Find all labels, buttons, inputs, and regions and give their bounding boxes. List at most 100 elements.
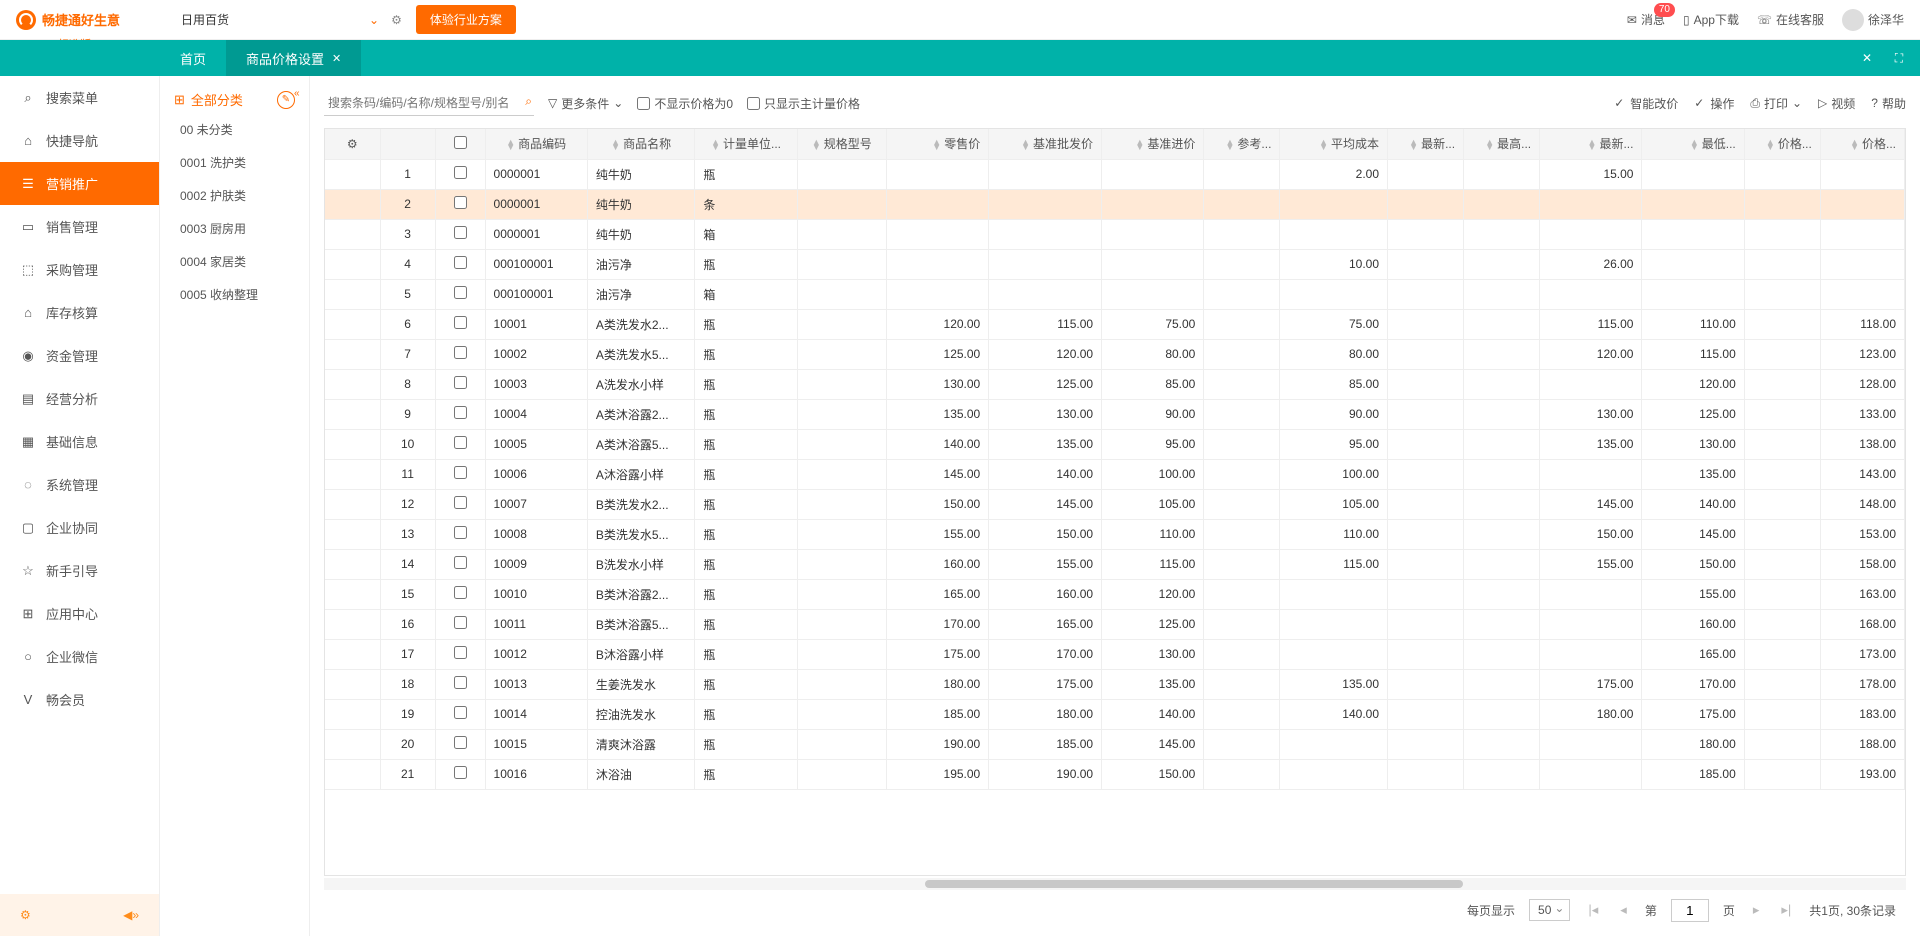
cell-new2[interactable] <box>1540 609 1642 639</box>
next-page-icon[interactable]: ▸ <box>1749 900 1764 920</box>
cell-retail[interactable] <box>886 249 988 279</box>
cell-low[interactable]: 125.00 <box>1642 399 1744 429</box>
cell-cost[interactable] <box>1102 249 1204 279</box>
cell-spec[interactable] <box>797 669 886 699</box>
cell-avg[interactable]: 90.00 <box>1280 399 1388 429</box>
cell-cost[interactable]: 105.00 <box>1102 489 1204 519</box>
cell-name[interactable]: 生姜洗发水 <box>587 669 695 699</box>
cell-p2[interactable]: 183.00 <box>1820 699 1904 729</box>
tab-close-all-icon[interactable]: ✕ <box>1852 43 1882 73</box>
cell-retail[interactable]: 150.00 <box>886 489 988 519</box>
cell-low[interactable]: 175.00 <box>1642 699 1744 729</box>
category-item[interactable]: 00 未分类 <box>166 113 303 146</box>
nav-item-3[interactable]: ▭销售管理 <box>0 205 159 248</box>
cell-p2[interactable]: 153.00 <box>1820 519 1904 549</box>
cell-low[interactable]: 180.00 <box>1642 729 1744 759</box>
cell-ref[interactable] <box>1204 669 1280 699</box>
cell-avg[interactable]: 115.00 <box>1280 549 1388 579</box>
cell-code[interactable]: 10005 <box>485 429 587 459</box>
cell-p1[interactable] <box>1744 189 1820 219</box>
search-icon[interactable]: ⌕ <box>525 94 532 109</box>
row-checkbox[interactable] <box>454 196 467 209</box>
category-item[interactable]: 0003 厨房用 <box>166 212 303 245</box>
cell-new2[interactable] <box>1540 369 1642 399</box>
cell-retail[interactable]: 190.00 <box>886 729 988 759</box>
cell-low[interactable]: 115.00 <box>1642 339 1744 369</box>
cell-p1[interactable] <box>1744 519 1820 549</box>
cell-wholesale[interactable]: 120.00 <box>989 339 1102 369</box>
row-checkbox[interactable] <box>454 376 467 389</box>
cell-p2[interactable] <box>1820 249 1904 279</box>
table-row[interactable]: 1810013生姜洗发水瓶180.00175.00135.00135.00175… <box>325 669 1905 699</box>
cell-cost[interactable]: 115.00 <box>1102 549 1204 579</box>
cell-spec[interactable] <box>797 639 886 669</box>
cell-name[interactable]: A类沐浴露2... <box>587 399 695 429</box>
cell-high[interactable] <box>1464 609 1540 639</box>
cell-new2[interactable]: 155.00 <box>1540 549 1642 579</box>
table-row[interactable]: 5000100001油污净箱 <box>325 279 1905 309</box>
nav-item-6[interactable]: ◉资金管理 <box>0 334 159 377</box>
cell-low[interactable]: 135.00 <box>1642 459 1744 489</box>
cell-p2[interactable] <box>1820 279 1904 309</box>
cell-new1[interactable] <box>1388 339 1464 369</box>
table-row[interactable]: 1610011B类沐浴露5...瓶170.00165.00125.00160.0… <box>325 609 1905 639</box>
org-selector[interactable]: 日用百货 ⌄ <box>181 11 379 28</box>
video-button[interactable]: ▷视频 <box>1818 95 1855 112</box>
table-row[interactable]: 1410009B洗发水小样瓶160.00155.00115.00115.0015… <box>325 549 1905 579</box>
cell-ref[interactable] <box>1204 219 1280 249</box>
cell-p1[interactable] <box>1744 219 1820 249</box>
cell-spec[interactable] <box>797 249 886 279</box>
cell-retail[interactable]: 145.00 <box>886 459 988 489</box>
nav-item-0[interactable]: ⌕搜索菜单 <box>0 76 159 119</box>
cell-cost[interactable]: 120.00 <box>1102 579 1204 609</box>
cell-name[interactable]: B类洗发水2... <box>587 489 695 519</box>
cell-unit[interactable]: 瓶 <box>695 699 797 729</box>
cell-new2[interactable]: 135.00 <box>1540 429 1642 459</box>
cell-spec[interactable] <box>797 729 886 759</box>
row-checkbox[interactable] <box>454 286 467 299</box>
col-ref[interactable]: ▲▼参考... <box>1204 129 1280 159</box>
cell-low[interactable]: 185.00 <box>1642 759 1744 789</box>
cell-unit[interactable]: 瓶 <box>695 339 797 369</box>
cell-retail[interactable]: 180.00 <box>886 669 988 699</box>
cell-retail[interactable]: 140.00 <box>886 429 988 459</box>
nav-item-11[interactable]: ☆新手引导 <box>0 549 159 592</box>
cell-ref[interactable] <box>1204 519 1280 549</box>
cell-wholesale[interactable]: 180.00 <box>989 699 1102 729</box>
col-p1[interactable]: ▲▼价格... <box>1744 129 1820 159</box>
cell-cost[interactable] <box>1102 189 1204 219</box>
cell-cost[interactable]: 110.00 <box>1102 519 1204 549</box>
cell-p2[interactable] <box>1820 219 1904 249</box>
cell-spec[interactable] <box>797 699 886 729</box>
page-size-select[interactable]: 50 <box>1529 899 1570 921</box>
cell-retail[interactable] <box>886 189 988 219</box>
cell-p1[interactable] <box>1744 249 1820 279</box>
cell-unit[interactable]: 瓶 <box>695 399 797 429</box>
cell-unit[interactable]: 瓶 <box>695 729 797 759</box>
cell-retail[interactable]: 170.00 <box>886 609 988 639</box>
cell-retail[interactable]: 155.00 <box>886 519 988 549</box>
table-row[interactable]: 1210007B类洗发水2...瓶150.00145.00105.00105.0… <box>325 489 1905 519</box>
cell-spec[interactable] <box>797 399 886 429</box>
cell-high[interactable] <box>1464 399 1540 429</box>
col-spec[interactable]: ▲▼规格型号 <box>797 129 886 159</box>
cell-p2[interactable]: 118.00 <box>1820 309 1904 339</box>
cell-code[interactable]: 0000001 <box>485 159 587 189</box>
cell-spec[interactable] <box>797 459 886 489</box>
cell-high[interactable] <box>1464 219 1540 249</box>
cell-avg[interactable] <box>1280 579 1388 609</box>
cell-new2[interactable]: 130.00 <box>1540 399 1642 429</box>
cell-avg[interactable]: 110.00 <box>1280 519 1388 549</box>
cell-high[interactable] <box>1464 729 1540 759</box>
cell-high[interactable] <box>1464 459 1540 489</box>
cell-p2[interactable]: 148.00 <box>1820 489 1904 519</box>
cell-avg[interactable]: 75.00 <box>1280 309 1388 339</box>
cell-p2[interactable]: 128.00 <box>1820 369 1904 399</box>
cell-high[interactable] <box>1464 699 1540 729</box>
cell-high[interactable] <box>1464 279 1540 309</box>
fullscreen-icon[interactable]: ⛶ <box>1884 43 1914 73</box>
cell-avg[interactable] <box>1280 759 1388 789</box>
col-avg[interactable]: ▲▼平均成本 <box>1280 129 1388 159</box>
cell-code[interactable]: 10010 <box>485 579 587 609</box>
row-checkbox[interactable] <box>454 436 467 449</box>
